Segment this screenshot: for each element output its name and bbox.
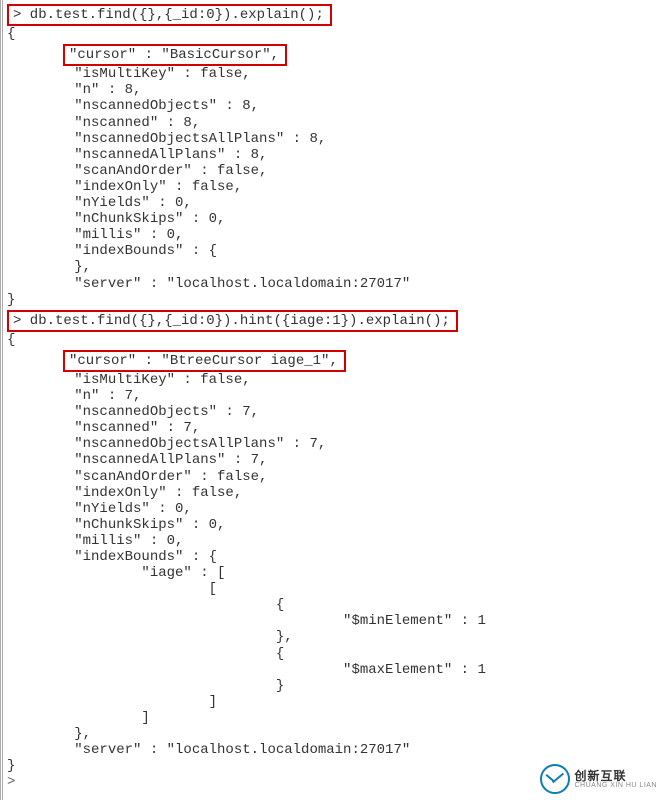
block1-scanAndOrder: "scanAndOrder" : false, — [3, 163, 665, 179]
block2-nChunkSkips: "nChunkSkips" : 0, — [3, 517, 665, 533]
block2-nscannedObjects: "nscannedObjects" : 7, — [3, 404, 665, 420]
block2-max-line: "$maxElement" : 1 — [3, 662, 665, 678]
block2-millis: "millis" : 0, — [3, 533, 665, 549]
block2-max-close: } — [3, 678, 665, 694]
block2-indexOnly: "indexOnly" : false, — [3, 485, 665, 501]
logo-cn: 创新互联 — [574, 770, 657, 782]
block2-max-open: { — [3, 646, 665, 662]
block1-server: "server" : "localhost.localdomain:27017" — [3, 276, 665, 292]
block2-iage-close: ] — [3, 710, 665, 726]
block1-open: { — [3, 26, 665, 42]
highlight-box: "cursor" : "BasicCursor", — [63, 44, 287, 66]
block2-iage-open: "iage" : [ — [3, 565, 665, 581]
block2-min-line: "$minElement" : 1 — [3, 613, 665, 629]
block2-command: > db.test.find({},{_id:0}).hint({iage:1}… — [13, 313, 450, 329]
highlight-box: "cursor" : "BtreeCursor iage_1", — [63, 350, 346, 372]
block1-ib-close: }, — [3, 259, 665, 275]
block1-cursor: "cursor" : "BasicCursor", — [69, 47, 279, 63]
logo-icon — [540, 764, 570, 794]
logo-text: 创新互联 CHUANG XIN HU LIAN — [574, 770, 657, 789]
block2-arr-open: [ — [3, 581, 665, 597]
block2-nscanned: "nscanned" : 7, — [3, 420, 665, 436]
block2-min-open: { — [3, 597, 665, 613]
block2-command-wrap: > db.test.find({},{_id:0}).hint({iage:1}… — [3, 308, 665, 332]
block1-nscanned: "nscanned" : 8, — [3, 115, 665, 131]
block2-cursor-wrap: "cursor" : "BtreeCursor iage_1", — [3, 348, 665, 372]
code-page: > db.test.find({},{_id:0}).explain(); { … — [0, 0, 665, 800]
block2-isMultiKey: "isMultiKey" : false, — [3, 372, 665, 388]
block2-scanAndOrder: "scanAndOrder" : false, — [3, 469, 665, 485]
block2-nYields: "nYields" : 0, — [3, 501, 665, 517]
highlight-box: > db.test.find({},{_id:0}).explain(); — [7, 4, 332, 26]
block2-open: { — [3, 332, 665, 348]
block2-n: "n" : 7, — [3, 388, 665, 404]
block2-nscannedAllPlans: "nscannedAllPlans" : 7, — [3, 452, 665, 468]
block1-nscannedAllPlans: "nscannedAllPlans" : 8, — [3, 147, 665, 163]
block1-isMultiKey: "isMultiKey" : false, — [3, 66, 665, 82]
block2-nscannedObjectsAllPlans: "nscannedObjectsAllPlans" : 7, — [3, 436, 665, 452]
block1-millis: "millis" : 0, — [3, 227, 665, 243]
block2-arr-close: ] — [3, 694, 665, 710]
block1-command-wrap: > db.test.find({},{_id:0}).explain(); — [3, 2, 665, 26]
block1-nYields: "nYields" : 0, — [3, 195, 665, 211]
block1-indexOnly: "indexOnly" : false, — [3, 179, 665, 195]
block1-nscannedObjects: "nscannedObjects" : 8, — [3, 98, 665, 114]
block1-cursor-wrap: "cursor" : "BasicCursor", — [3, 42, 665, 66]
block2-indexBounds: "indexBounds" : { — [3, 549, 665, 565]
block2-ib-close: }, — [3, 726, 665, 742]
block1-command: > db.test.find({},{_id:0}).explain(); — [13, 7, 324, 23]
highlight-box: > db.test.find({},{_id:0}).hint({iage:1}… — [7, 310, 458, 332]
block1-close: } — [3, 292, 665, 308]
block2-min-close: }, — [3, 629, 665, 645]
block1-indexBounds: "indexBounds" : { — [3, 243, 665, 259]
block2-server: "server" : "localhost.localdomain:27017" — [3, 742, 665, 758]
block1-n: "n" : 8, — [3, 82, 665, 98]
block1-nChunkSkips: "nChunkSkips" : 0, — [3, 211, 665, 227]
watermark-logo: 创新互联 CHUANG XIN HU LIAN — [540, 764, 657, 794]
block2-cursor: "cursor" : "BtreeCursor iage_1", — [69, 353, 338, 369]
block1-nscannedObjectsAllPlans: "nscannedObjectsAllPlans" : 8, — [3, 131, 665, 147]
logo-en: CHUANG XIN HU LIAN — [574, 782, 657, 789]
